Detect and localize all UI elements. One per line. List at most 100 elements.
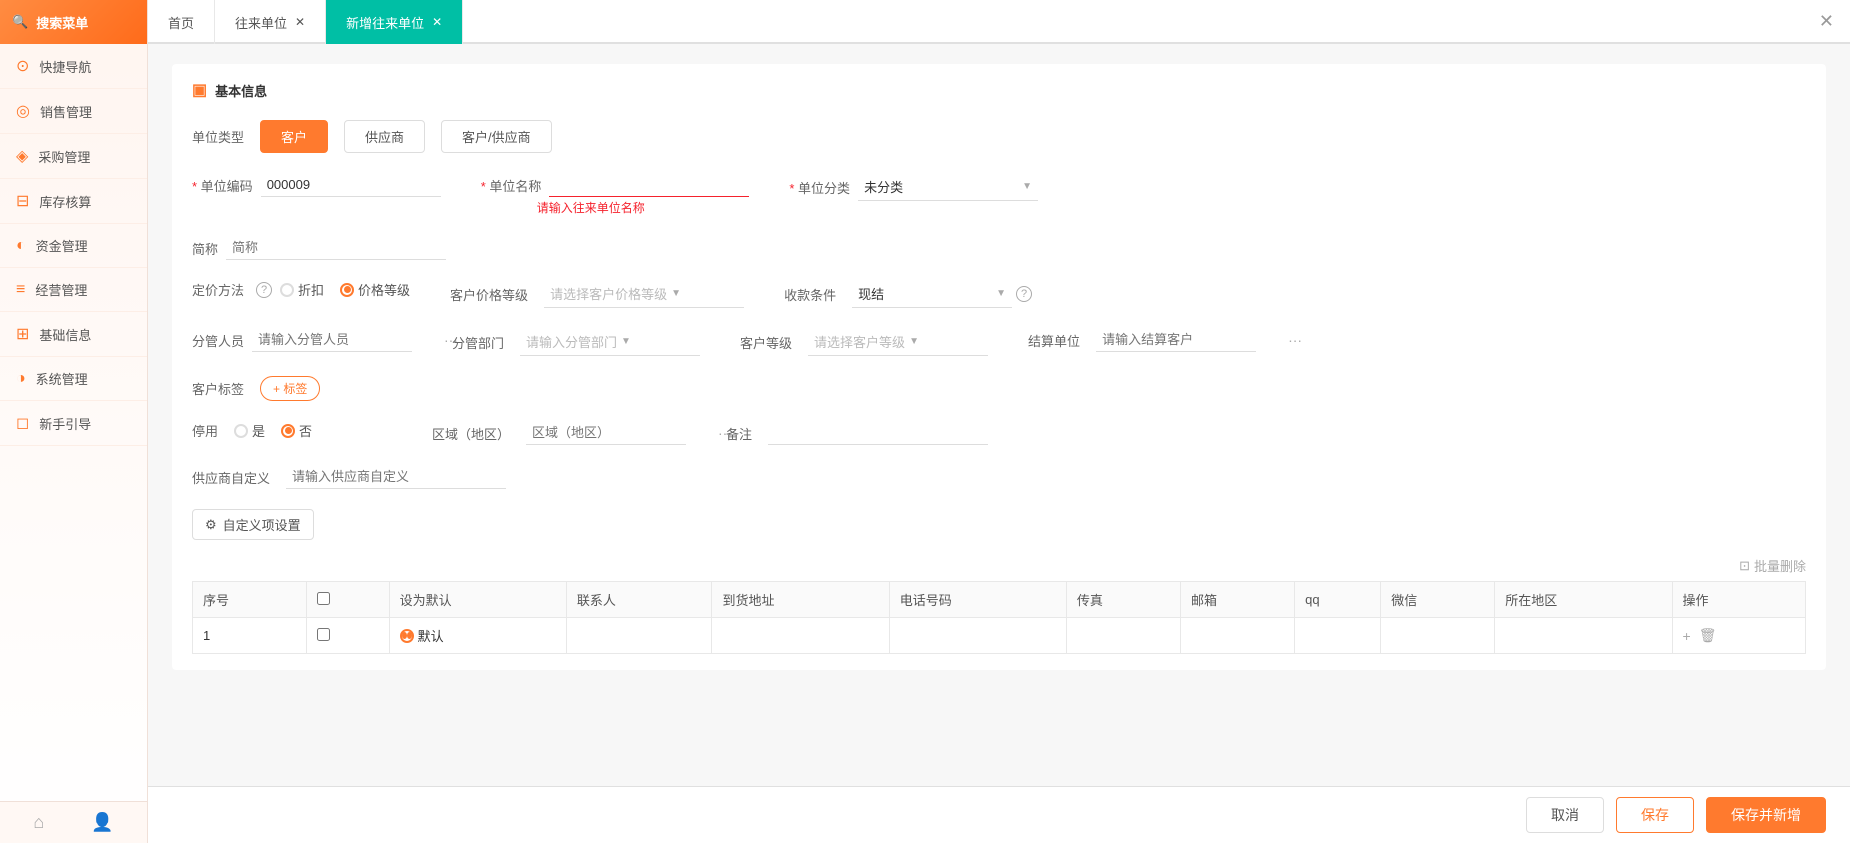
contact-table: 序号设为默认联系人到货地址电话号码传真邮箱qq微信所在地区操作 1默认+🗑 xyxy=(192,581,1806,654)
row-default[interactable]: 默认 xyxy=(389,618,566,654)
pricing-level-option[interactable]: 价格等级 xyxy=(340,280,410,299)
tab-close-partners[interactable]: ✕ xyxy=(295,15,305,29)
sidebar-item-label-quick-nav: 快捷导航 xyxy=(39,57,91,76)
unit-type-supplier-button[interactable]: 供应商 xyxy=(344,120,425,153)
row-checkbox-cell[interactable] xyxy=(307,618,390,654)
sidebar-item-label-operations: 经营管理 xyxy=(35,280,87,299)
category-value: 未分类 xyxy=(864,177,1018,196)
region-field: 区域（地区） ··· xyxy=(432,421,686,445)
form-row-1: 单位编码 000009 单位名称 请输入往来单位名称 单位分类 未分类 xyxy=(192,173,1806,216)
sidebar-item-quick-nav[interactable]: ⊙快捷导航 xyxy=(0,44,147,89)
region-input-group: ··· xyxy=(526,421,686,445)
add-tag-button[interactable]: + 标签 xyxy=(260,376,320,401)
tab-new-partner[interactable]: 新增往来单位✕ xyxy=(326,0,463,44)
payment-condition-select[interactable]: 现结 ▼ xyxy=(852,280,1012,308)
sidebar-item-sales[interactable]: ◎销售管理 xyxy=(0,89,147,134)
name-input[interactable] xyxy=(549,173,749,197)
basic-info-card: ▣ 基本信息 单位类型 客户供应商客户/供应商 单位编码 000009 单位名称 xyxy=(172,64,1826,670)
settlement-input[interactable] xyxy=(1096,328,1284,351)
department-select[interactable]: 请输入分管部门 ▼ xyxy=(520,328,700,356)
department-chevron: ▼ xyxy=(621,336,631,347)
sidebar-item-operations[interactable]: ≡ 经营管理 xyxy=(0,268,147,312)
payment-condition-field: 收款条件 现结 ▼ ? xyxy=(784,280,1032,308)
row-actions[interactable]: +🗑 xyxy=(1672,618,1806,654)
tab-bar: 首页往来单位✕新增往来单位✕ ✕ xyxy=(148,0,1850,44)
pricing-field: 定价方法 ? 折扣 价格等级 xyxy=(192,280,410,299)
sidebar-header[interactable]: 🔍 搜索菜单 xyxy=(0,0,147,44)
sidebar-item-newbie[interactable]: ◻新手引导 xyxy=(0,401,147,446)
section-title: 基本信息 xyxy=(215,81,267,100)
pricing-help-icon[interactable]: ? xyxy=(256,282,272,298)
disable-no-radio[interactable] xyxy=(281,424,295,438)
region-input[interactable] xyxy=(526,421,714,444)
batch-delete-label: 批量删除 xyxy=(1754,556,1806,575)
disable-yes-label: 是 xyxy=(252,421,265,440)
sidebar: 🔍 搜索菜单 ⊙快捷导航◎销售管理◈采购管理⊟库存核算◐资金管理 ≡ 经营管理 ⊞基础… xyxy=(0,0,148,843)
table-header-5: 电话号码 xyxy=(889,582,1066,618)
sidebar-item-label-newbie: 新手引导 xyxy=(39,414,91,433)
short-name-field: 简称 xyxy=(192,236,446,260)
table-actions: ⊡ 批量删除 xyxy=(192,556,1806,575)
sidebar-item-label-basic: 基础信息 xyxy=(39,325,91,344)
sidebar-item-finance[interactable]: ◐资金管理 xyxy=(0,224,147,268)
disable-yes-option[interactable]: 是 xyxy=(234,421,265,440)
tab-label-partners: 往来单位 xyxy=(235,13,287,32)
cancel-button[interactable]: 取消 xyxy=(1526,797,1604,833)
home-icon[interactable]: ⌂ xyxy=(33,812,44,833)
close-all-tabs-button[interactable]: ✕ xyxy=(1803,0,1850,43)
remark-input[interactable] xyxy=(768,421,988,445)
manager-input[interactable] xyxy=(252,328,440,351)
sidebar-item-system[interactable]: ◑系统管理 xyxy=(0,357,147,401)
customer-price-field: 客户价格等级 请选择客户价格等级 ▼ xyxy=(450,280,744,308)
tab-close-new-partner[interactable]: ✕ xyxy=(432,15,442,29)
unit-type-both-button[interactable]: 客户/供应商 xyxy=(441,120,552,153)
sidebar-item-basic[interactable]: ⊞基础信息 xyxy=(0,312,147,357)
save-new-button[interactable]: 保存并新增 xyxy=(1706,797,1826,833)
supplier-custom-input[interactable] xyxy=(286,465,506,489)
save-button[interactable]: 保存 xyxy=(1616,797,1694,833)
operations-icon: ≡ xyxy=(16,281,25,299)
settlement-more-btn[interactable]: ··· xyxy=(1284,332,1306,348)
disable-yes-radio[interactable] xyxy=(234,424,248,438)
table-header-6: 传真 xyxy=(1066,582,1180,618)
row-delete-btn[interactable]: 🗑 xyxy=(1699,627,1717,644)
code-input[interactable]: 000009 xyxy=(261,173,441,197)
table-header-3: 联系人 xyxy=(566,582,712,618)
custom-settings-button[interactable]: ⚙ 自定义项设置 xyxy=(192,509,314,540)
sidebar-search-label[interactable]: 搜索菜单 xyxy=(36,13,88,32)
category-select[interactable]: 未分类 ▼ xyxy=(858,173,1038,201)
short-name-input[interactable] xyxy=(226,236,446,260)
manager-input-group: ··· xyxy=(252,328,412,352)
disable-label: 停用 xyxy=(192,421,218,440)
settings-icon: ⚙ xyxy=(205,517,217,533)
sidebar-item-inventory[interactable]: ⊟库存核算 xyxy=(0,179,147,224)
unit-type-row: 单位类型 客户供应商客户/供应商 xyxy=(192,120,1806,153)
table-header-1[interactable] xyxy=(307,582,390,618)
unit-type-customer-button[interactable]: 客户 xyxy=(260,120,328,153)
card-title-icon: ▣ xyxy=(192,80,207,100)
department-label: 分管部门 xyxy=(452,333,504,352)
sidebar-item-label-purchase: 采购管理 xyxy=(38,147,90,166)
disable-no-option[interactable]: 否 xyxy=(281,421,312,440)
batch-delete-icon: ⊡ xyxy=(1739,558,1750,574)
form-row-5: 客户标签 + 标签 xyxy=(192,376,1806,401)
batch-delete-button[interactable]: ⊡ 批量删除 xyxy=(1739,556,1806,575)
pricing-discount-option[interactable]: 折扣 xyxy=(280,280,324,299)
customer-level-select[interactable]: 请选择客户等级 ▼ xyxy=(808,328,988,356)
row-add-btn[interactable]: + xyxy=(1683,628,1691,644)
user-icon[interactable]: 👤 xyxy=(91,812,113,833)
select-all-checkbox[interactable] xyxy=(317,592,330,605)
row-index: 1 xyxy=(193,618,307,654)
row-checkbox[interactable] xyxy=(317,628,330,641)
code-field: 单位编码 000009 xyxy=(192,173,441,197)
pricing-discount-radio[interactable] xyxy=(280,283,294,297)
form-row-2: 简称 xyxy=(192,236,1806,260)
tab-partners[interactable]: 往来单位 ✕ xyxy=(215,0,326,44)
payment-help-icon[interactable]: ? xyxy=(1016,286,1032,302)
customer-price-select[interactable]: 请选择客户价格等级 ▼ xyxy=(544,280,744,308)
table-header-10: 所在地区 xyxy=(1495,582,1672,618)
tab-home[interactable]: 首页 xyxy=(148,0,215,44)
pricing-level-radio[interactable] xyxy=(340,283,354,297)
system-icon: ◑ xyxy=(16,370,26,388)
sidebar-item-purchase[interactable]: ◈采购管理 xyxy=(0,134,147,179)
